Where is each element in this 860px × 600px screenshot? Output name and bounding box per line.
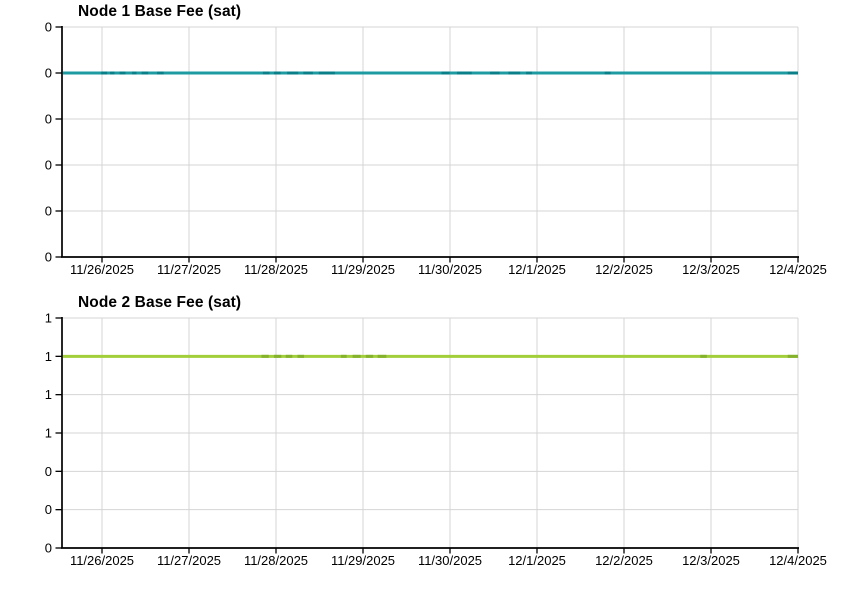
x-tick-label: 12/4/2025 (769, 262, 827, 277)
x-tick-label: 12/1/2025 (508, 262, 566, 277)
y-tick-label: 0 (45, 66, 52, 81)
plots-svg: 0 0 0 0 0 0 11/26/2025 11/27/2025 11/28/2025 11/2… (45, 20, 827, 569)
x-tick-label: 12/4/2025 (769, 553, 827, 568)
y-tick-label: 0 (45, 464, 52, 479)
x-tick-label: 12/3/2025 (682, 262, 740, 277)
x-tick-label: 12/1/2025 (508, 553, 566, 568)
x-tick-label: 11/30/2025 (418, 553, 482, 568)
x-tick-label: 12/2/2025 (595, 553, 653, 568)
y-tick-label: 0 (45, 20, 52, 35)
charts-canvas: Node 1 Base Fee (sat) Node 2 Base Fee (s… (0, 0, 860, 600)
x-tick-label: 11/30/2025 (418, 262, 482, 277)
y-tick-label: 1 (45, 387, 52, 402)
x-tick-label: 11/27/2025 (157, 262, 221, 277)
x-tick-label: 11/26/2025 (70, 553, 134, 568)
x-tick-label: 11/29/2025 (331, 553, 395, 568)
y-tick-label: 1 (45, 311, 52, 326)
x-tick-label: 11/28/2025 (244, 553, 308, 568)
x-tick-label: 11/27/2025 (157, 553, 221, 568)
y-tick-label: 0 (45, 204, 52, 219)
y-tick-label: 0 (45, 541, 52, 556)
y-tick-label: 0 (45, 502, 52, 517)
x-tick-label: 12/2/2025 (595, 262, 653, 277)
x-tick-label: 11/29/2025 (331, 262, 395, 277)
y-tick-label: 0 (45, 112, 52, 127)
x-tick-label: 11/28/2025 (244, 262, 308, 277)
y-tick-label: 1 (45, 349, 52, 364)
y-tick-label: 1 (45, 426, 52, 441)
x-tick-label: 11/26/2025 (70, 262, 134, 277)
y-tick-label: 0 (45, 250, 52, 265)
x-tick-label: 12/3/2025 (682, 553, 740, 568)
y-tick-label: 0 (45, 158, 52, 173)
